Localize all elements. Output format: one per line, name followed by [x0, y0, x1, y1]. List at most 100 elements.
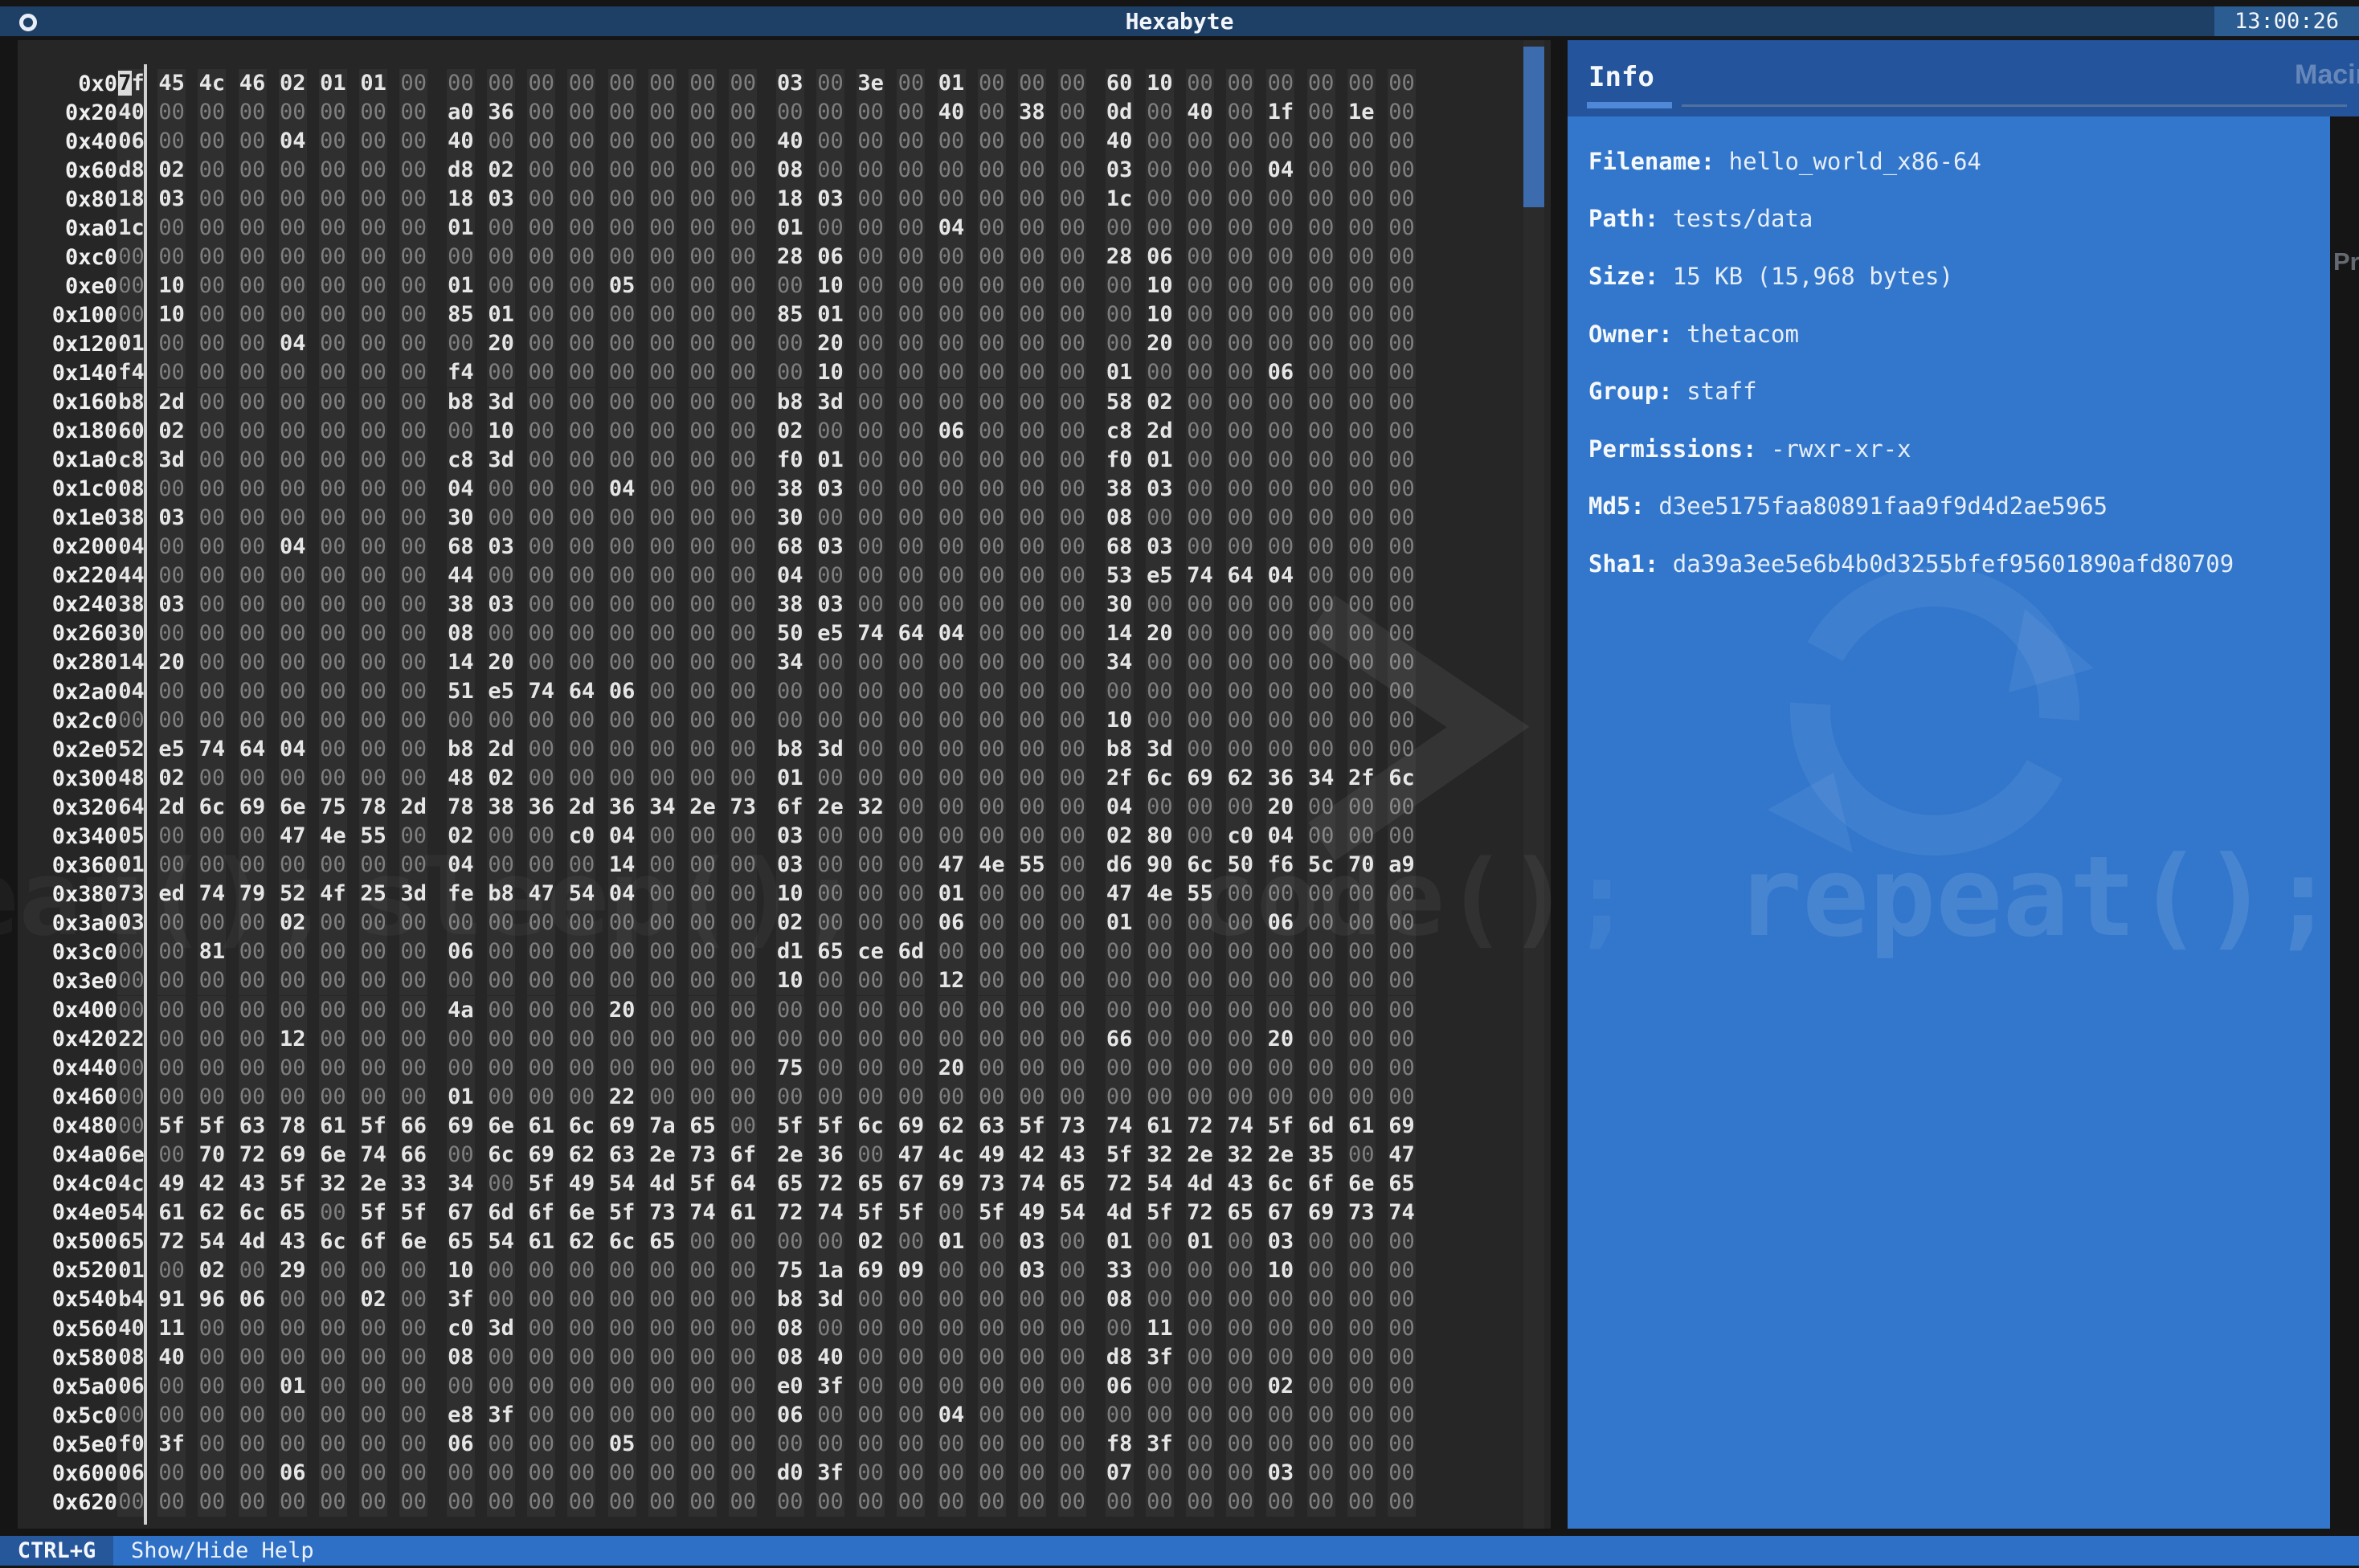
hex-byte[interactable]: a0 [447, 98, 487, 127]
hex-byte[interactable]: 00 [938, 1083, 978, 1112]
hex-byte[interactable]: 00 [567, 1372, 607, 1401]
hex-byte[interactable]: 00 [1186, 1401, 1226, 1430]
hex-byte[interactable]: 00 [399, 1256, 440, 1285]
hex-byte[interactable]: 00 [279, 1285, 319, 1314]
hex-byte[interactable]: 00 [527, 417, 567, 446]
hex-byte[interactable]: 00 [117, 706, 157, 735]
hex-byte[interactable]: 40 [938, 98, 978, 127]
hex-byte[interactable]: 00 [648, 619, 689, 648]
hex-byte[interactable]: 00 [157, 533, 198, 561]
hex-byte[interactable]: 00 [359, 329, 399, 358]
hex-byte[interactable]: 00 [1018, 1343, 1058, 1372]
hex-byte[interactable]: 00 [1186, 446, 1226, 475]
hex-byte[interactable]: 00 [447, 909, 487, 937]
hex-byte[interactable]: 00 [359, 1488, 399, 1517]
hex-byte[interactable]: 04 [608, 880, 648, 909]
hex-byte[interactable]: 00 [608, 561, 648, 590]
hex-byte[interactable]: 49 [157, 1170, 198, 1198]
hex-byte[interactable]: 00 [857, 1401, 897, 1430]
hex-byte[interactable]: 00 [447, 1488, 487, 1517]
hex-byte[interactable]: 00 [447, 1372, 487, 1401]
hex-byte[interactable]: 00 [1186, 272, 1226, 300]
hex-byte[interactable]: 00 [279, 1430, 319, 1459]
hex-byte[interactable]: 6f [359, 1227, 399, 1256]
hex-byte[interactable]: 00 [279, 966, 319, 995]
hex-byte[interactable]: 47 [1388, 1141, 1428, 1170]
hex-byte[interactable]: 72 [157, 1227, 198, 1256]
hex-byte[interactable]: 00 [978, 909, 1018, 937]
hex-byte[interactable]: 00 [938, 1025, 978, 1054]
hex-byte[interactable]: 65 [648, 1227, 689, 1256]
hex-byte[interactable]: 00 [567, 1083, 607, 1112]
hex-byte[interactable]: 00 [198, 619, 238, 648]
hex-byte[interactable]: 00 [198, 1314, 238, 1343]
hex-byte[interactable]: 00 [117, 243, 157, 272]
hex-byte[interactable]: 04 [1106, 793, 1146, 822]
hex-byte[interactable]: 00 [1266, 996, 1306, 1025]
hex-byte[interactable]: fe [447, 880, 487, 909]
hex-byte[interactable]: d8 [117, 156, 157, 185]
hex-byte[interactable]: 00 [1266, 619, 1306, 648]
hex-byte[interactable]: 00 [1146, 358, 1186, 387]
hex-byte[interactable]: 00 [157, 822, 198, 851]
hex-byte[interactable]: 00 [1347, 966, 1388, 995]
hex-byte[interactable]: 00 [527, 127, 567, 156]
hex-byte[interactable]: 00 [729, 358, 769, 387]
hex-byte[interactable]: 61 [527, 1112, 567, 1141]
hex-byte[interactable]: 00 [648, 214, 689, 243]
hex-byte[interactable]: e0 [776, 1372, 816, 1401]
hex-byte[interactable]: 00 [239, 127, 279, 156]
hex-byte[interactable]: 64 [567, 677, 607, 706]
hex-byte[interactable]: 00 [938, 1488, 978, 1517]
hex-cursor[interactable]: 7 [118, 71, 131, 96]
hex-byte[interactable]: 00 [1186, 1372, 1226, 1401]
hex-byte[interactable]: 65 [689, 1112, 729, 1141]
hex-byte[interactable]: 5f [776, 1112, 816, 1141]
hex-byte[interactable]: 00 [1018, 561, 1058, 590]
hex-byte[interactable]: 00 [567, 446, 607, 475]
hex-byte[interactable]: 06 [1106, 1372, 1146, 1401]
hex-byte[interactable]: 00 [1018, 937, 1058, 966]
hex-byte[interactable]: 73 [1058, 1112, 1098, 1141]
hex-byte[interactable]: 00 [608, 1459, 648, 1488]
hex-byte[interactable]: 00 [1347, 648, 1388, 677]
hex-byte[interactable]: 00 [1018, 1025, 1058, 1054]
hex-byte[interactable]: 00 [1186, 822, 1226, 851]
hex-byte[interactable]: 00 [399, 1314, 440, 1343]
hex-byte[interactable]: 00 [1226, 329, 1266, 358]
hex-byte[interactable]: 00 [487, 1488, 527, 1517]
hex-byte[interactable]: 70 [1347, 851, 1388, 880]
hex-byte[interactable]: 00 [1226, 1054, 1266, 1083]
hex-byte[interactable]: 00 [319, 156, 359, 185]
hex-byte[interactable]: 00 [978, 69, 1018, 98]
hex-byte[interactable]: 10 [1146, 300, 1186, 329]
hex-byte[interactable]: 65 [447, 1227, 487, 1256]
hex-byte[interactable]: 00 [689, 533, 729, 561]
hex-byte[interactable]: 00 [897, 1459, 937, 1488]
hex-byte[interactable]: 4c [938, 1141, 978, 1170]
hex-byte[interactable]: 00 [857, 156, 897, 185]
hex-byte[interactable]: 00 [447, 1141, 487, 1170]
hex-byte[interactable]: 78 [447, 793, 487, 822]
hex-byte[interactable]: 00 [729, 98, 769, 127]
hex-byte[interactable]: 00 [608, 243, 648, 272]
hex-byte[interactable]: 72 [1186, 1112, 1226, 1141]
hex-byte[interactable]: 00 [487, 1054, 527, 1083]
hex-byte[interactable]: 00 [729, 475, 769, 504]
hex-byte[interactable]: 00 [729, 1054, 769, 1083]
hex-byte[interactable]: 00 [648, 851, 689, 880]
hex-byte[interactable]: 00 [239, 243, 279, 272]
hex-byte[interactable]: 74 [198, 735, 238, 764]
hex-byte[interactable]: 00 [1266, 1285, 1306, 1314]
hex-byte[interactable]: c8 [1106, 417, 1146, 446]
hex-byte[interactable]: 00 [689, 1285, 729, 1314]
hex-byte[interactable]: 00 [1058, 185, 1098, 214]
hex-byte[interactable]: 00 [897, 329, 937, 358]
hex-byte[interactable]: 69 [279, 1141, 319, 1170]
hex-byte[interactable]: 00 [897, 822, 937, 851]
hex-byte[interactable]: 00 [729, 590, 769, 619]
hex-byte[interactable]: 18 [117, 185, 157, 214]
hex-byte[interactable]: 00 [359, 127, 399, 156]
hex-byte[interactable]: 40 [776, 127, 816, 156]
hex-byte[interactable]: 00 [1347, 1285, 1388, 1314]
